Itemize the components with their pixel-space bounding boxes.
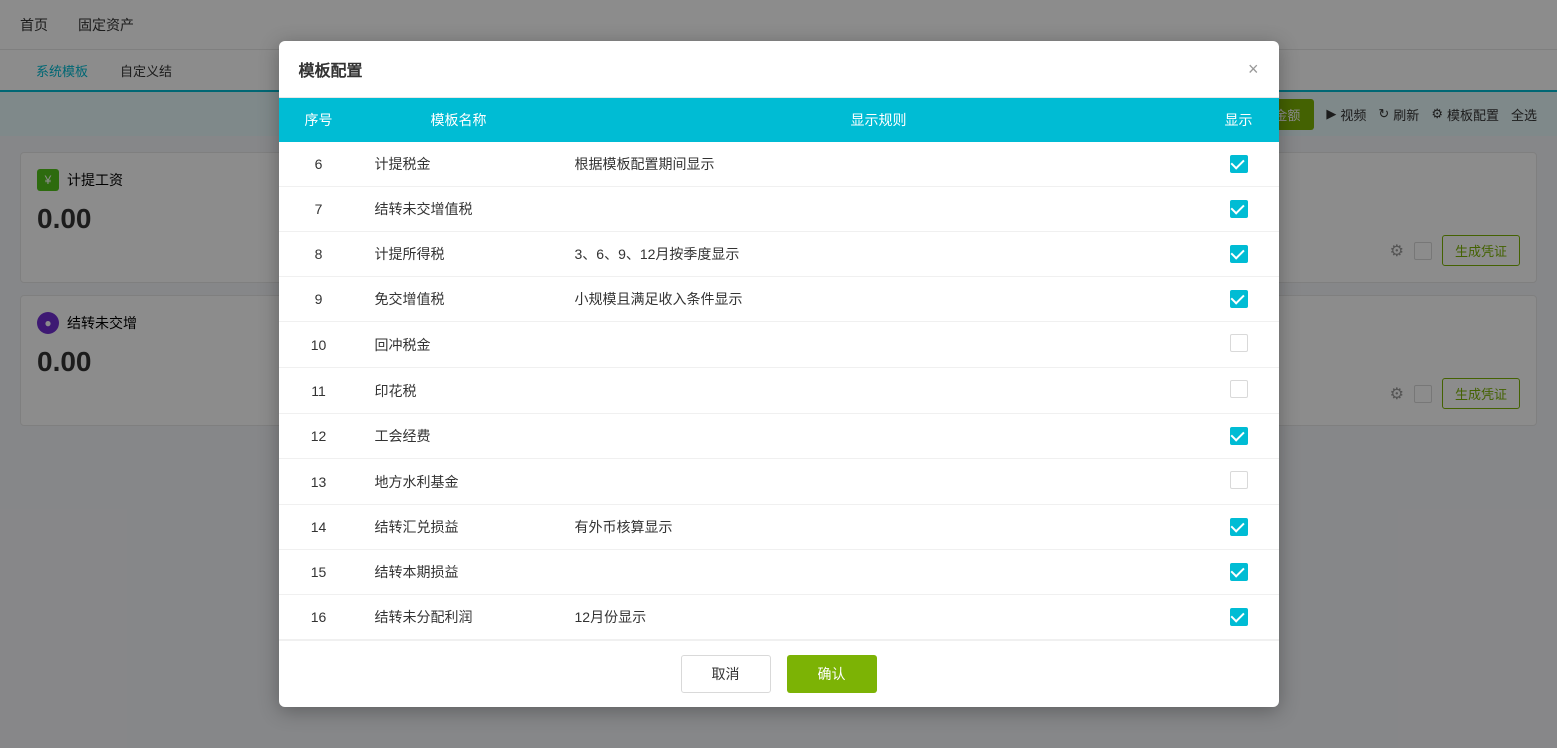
cell-rule: 根据模板配置期间显示 [559,142,1199,187]
checkbox-checked[interactable] [1230,200,1248,218]
table-header-row: 序号 模板名称 显示规则 显示 [279,98,1279,142]
table-row: 11印花税 [279,368,1279,414]
cell-checkbox[interactable] [1199,368,1279,414]
checkbox-checked[interactable] [1230,427,1248,445]
checkbox-checked[interactable] [1230,518,1248,536]
modal-close-button[interactable]: × [1248,60,1259,78]
table-row: 14结转汇兑损益有外币核算显示 [279,505,1279,550]
confirm-button[interactable]: 确认 [787,655,877,693]
checkbox-checked[interactable] [1230,245,1248,263]
cell-seq: 11 [279,368,359,414]
cell-checkbox[interactable] [1199,322,1279,368]
checkbox-unchecked[interactable] [1230,334,1248,352]
config-table: 序号 模板名称 显示规则 显示 6计提税金根据模板配置期间显示7结转未交增值税8… [279,98,1279,640]
modal-header: 模板配置 × [279,41,1279,98]
cell-rule: 12月份显示 [559,595,1199,640]
cell-rule [559,187,1199,232]
cell-rule: 小规模且满足收入条件显示 [559,277,1199,322]
checkbox-unchecked[interactable] [1230,380,1248,398]
table-row: 15结转本期损益 [279,550,1279,595]
col-rule: 显示规则 [559,98,1199,142]
cell-checkbox[interactable] [1199,232,1279,277]
cell-seq: 8 [279,232,359,277]
cell-rule [559,414,1199,459]
cell-seq: 10 [279,322,359,368]
cell-seq: 16 [279,595,359,640]
table-row: 12工会经费 [279,414,1279,459]
modal-title: 模板配置 [299,57,363,81]
cell-name: 地方水利基金 [359,459,559,505]
checkbox-checked[interactable] [1230,608,1248,626]
col-name: 模板名称 [359,98,559,142]
col-display: 显示 [1199,98,1279,142]
cell-seq: 15 [279,550,359,595]
cell-name: 计提所得税 [359,232,559,277]
cell-name: 结转未分配利润 [359,595,559,640]
cell-rule: 有外币核算显示 [559,505,1199,550]
cell-rule: 3、6、9、12月按季度显示 [559,232,1199,277]
cell-checkbox[interactable] [1199,550,1279,595]
cell-seq: 12 [279,414,359,459]
table-row: 10回冲税金 [279,322,1279,368]
cell-seq: 9 [279,277,359,322]
cell-rule [559,368,1199,414]
modal-footer: 取消 确认 [279,640,1279,707]
col-seq: 序号 [279,98,359,142]
cell-checkbox[interactable] [1199,414,1279,459]
table-row: 7结转未交增值税 [279,187,1279,232]
cell-checkbox[interactable] [1199,187,1279,232]
cell-checkbox[interactable] [1199,459,1279,505]
cell-name: 免交增值税 [359,277,559,322]
checkbox-checked[interactable] [1230,290,1248,308]
cancel-button[interactable]: 取消 [681,655,771,693]
cell-checkbox[interactable] [1199,142,1279,187]
cell-checkbox[interactable] [1199,595,1279,640]
table-row: 8计提所得税3、6、9、12月按季度显示 [279,232,1279,277]
cell-seq: 13 [279,459,359,505]
cell-rule [559,322,1199,368]
checkbox-unchecked[interactable] [1230,471,1248,489]
cell-name: 计提税金 [359,142,559,187]
cell-seq: 7 [279,187,359,232]
modal-body: 序号 模板名称 显示规则 显示 6计提税金根据模板配置期间显示7结转未交增值税8… [279,98,1279,640]
cell-seq: 14 [279,505,359,550]
cell-name: 结转本期损益 [359,550,559,595]
table-row: 9免交增值税小规模且满足收入条件显示 [279,277,1279,322]
checkbox-checked[interactable] [1230,155,1248,173]
cell-rule [559,550,1199,595]
table-row: 6计提税金根据模板配置期间显示 [279,142,1279,187]
table-row: 13地方水利基金 [279,459,1279,505]
cell-name: 工会经费 [359,414,559,459]
table-row: 16结转未分配利润12月份显示 [279,595,1279,640]
cell-seq: 6 [279,142,359,187]
checkbox-checked[interactable] [1230,563,1248,581]
cell-name: 回冲税金 [359,322,559,368]
modal-overlay: 模板配置 × 序号 模板名称 显示规则 显示 6计提税金根据模板配置期间显示7结… [0,0,1557,748]
cell-name: 结转汇兑损益 [359,505,559,550]
cell-checkbox[interactable] [1199,505,1279,550]
template-config-modal: 模板配置 × 序号 模板名称 显示规则 显示 6计提税金根据模板配置期间显示7结… [279,41,1279,707]
cell-checkbox[interactable] [1199,277,1279,322]
cell-name: 印花税 [359,368,559,414]
cell-rule [559,459,1199,505]
cell-name: 结转未交增值税 [359,187,559,232]
